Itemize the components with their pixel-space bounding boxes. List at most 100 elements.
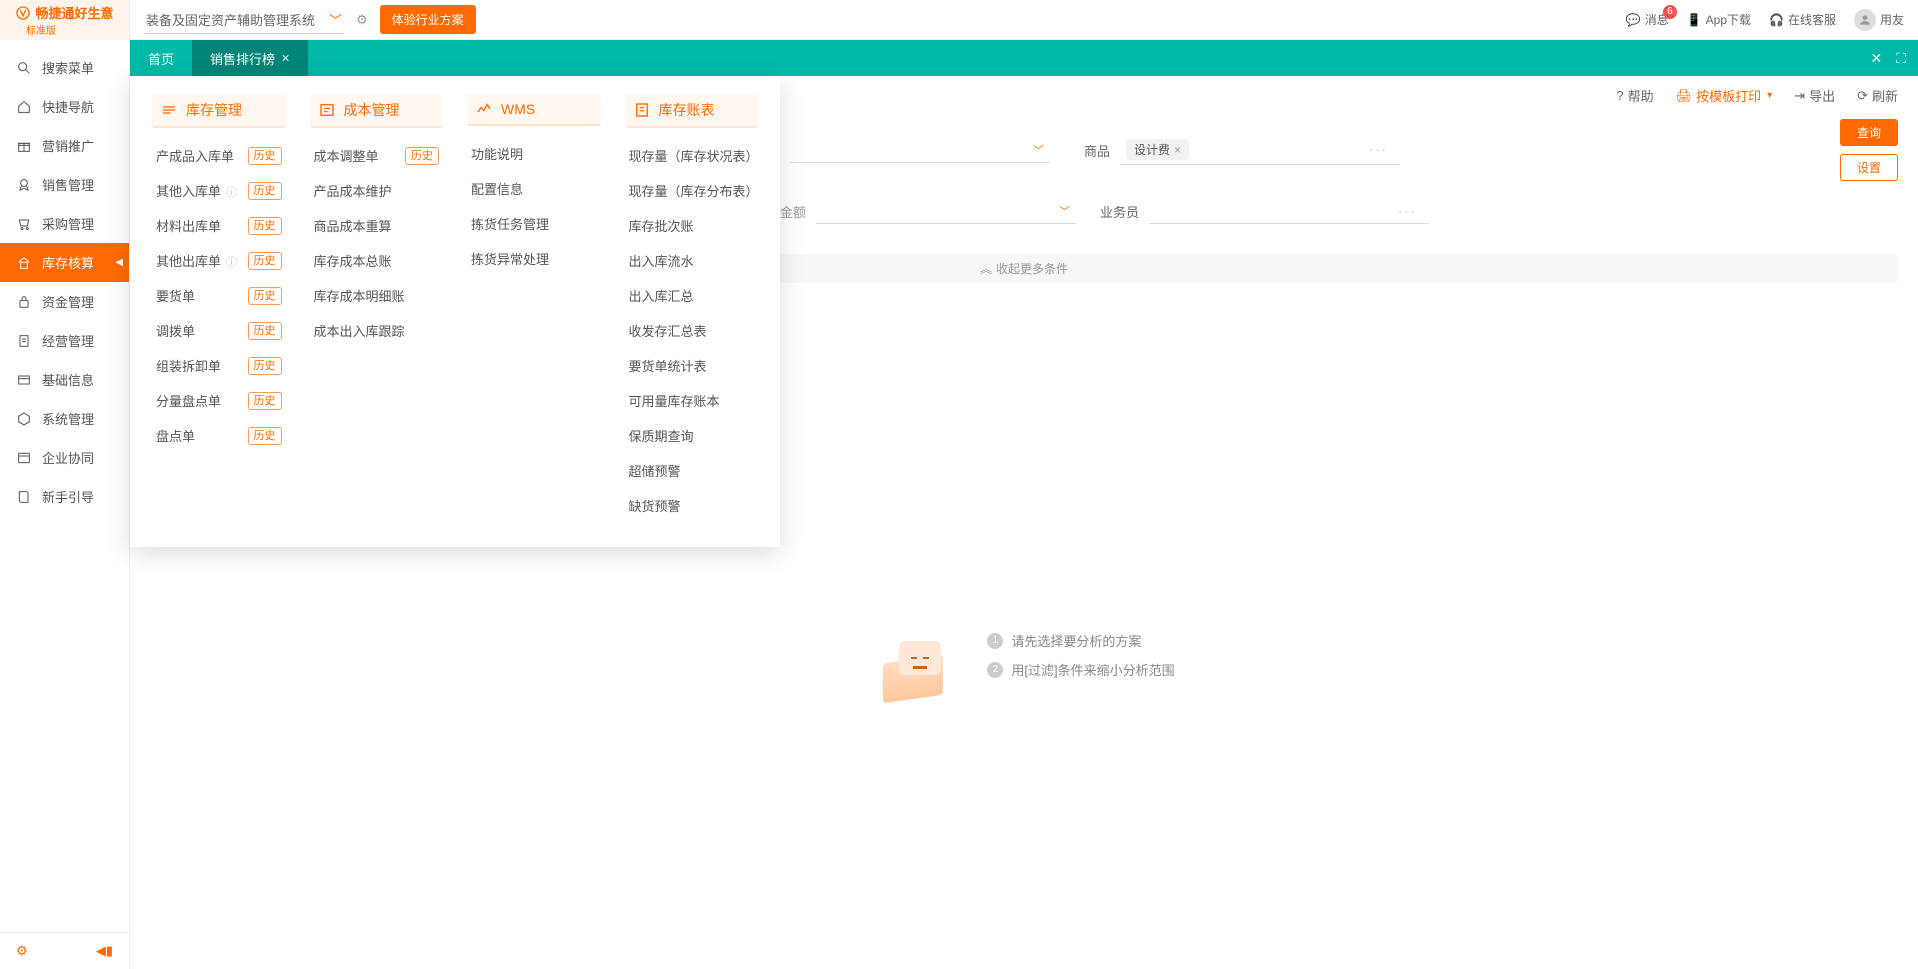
biz-select[interactable]: ···: [1149, 200, 1429, 224]
history-tag[interactable]: 历史: [248, 322, 282, 340]
sidebar-item[interactable]: 企业协同: [0, 438, 129, 477]
mega-menu-item[interactable]: 拣货异常处理: [467, 241, 601, 276]
mega-menu-item[interactable]: 材料出库单 历史: [152, 208, 286, 243]
mega-menu-item[interactable]: 拣货任务管理: [467, 206, 601, 241]
sidebar-item[interactable]: 搜索菜单: [0, 48, 129, 87]
remove-tag-icon[interactable]: ×: [1174, 143, 1181, 157]
history-tag[interactable]: 历史: [248, 427, 282, 445]
history-tag[interactable]: 历史: [248, 392, 282, 410]
history-tag[interactable]: 历史: [248, 287, 282, 305]
print-link[interactable]: 🖨按模板打印▾: [1676, 86, 1773, 105]
placeholder-step-2: 2用[过滤]条件来缩小分析范围: [987, 660, 1174, 679]
mega-menu-item[interactable]: 要货单统计表: [625, 348, 759, 383]
more-icon[interactable]: ···: [1363, 142, 1394, 157]
history-tag[interactable]: 历史: [405, 147, 439, 165]
mega-menu-item[interactable]: 商品成本重算: [310, 208, 444, 243]
amount-select[interactable]: ﹀: [816, 199, 1076, 224]
mega-menu-item[interactable]: 可用量库存账本: [625, 383, 759, 418]
sidebar-item-label: 新手引导: [42, 487, 94, 506]
history-tag[interactable]: 历史: [248, 357, 282, 375]
mega-menu-item[interactable]: 调拨单历史: [152, 313, 286, 348]
sidebar-item-label: 营销推广: [42, 136, 94, 155]
refresh-link[interactable]: ⟳刷新: [1857, 86, 1898, 105]
card-icon: [16, 372, 32, 388]
cart-icon: [16, 216, 32, 232]
info-icon: ⓘ: [223, 187, 237, 199]
settings-icon[interactable]: ⚙: [356, 12, 368, 28]
history-tag[interactable]: 历史: [248, 217, 282, 235]
mega-menu-item[interactable]: 产品成本维护: [310, 173, 444, 208]
help-link[interactable]: ?帮助: [1616, 86, 1653, 105]
tab[interactable]: 首页: [130, 40, 192, 76]
mega-menu-item[interactable]: 产成品入库单历史: [152, 138, 286, 173]
sidebar-item[interactable]: 采购管理: [0, 204, 129, 243]
mega-menu-item[interactable]: 组装拆卸单历史: [152, 348, 286, 383]
sidebar-item-label: 快捷导航: [42, 97, 94, 116]
mega-item-label: 配置信息: [471, 179, 523, 198]
messages-link[interactable]: 💬 消息 6: [1626, 11, 1669, 28]
mega-menu-item[interactable]: 现存量（库存状况表）: [625, 138, 759, 173]
goods-tag[interactable]: 设计费×: [1126, 139, 1189, 160]
mega-menu-item[interactable]: 库存批次账: [625, 208, 759, 243]
mega-item-label: 出入库汇总: [629, 286, 694, 305]
mega-item-label: 现存量（库存状况表）: [629, 146, 755, 165]
export-link[interactable]: ⇥导出: [1794, 86, 1835, 105]
support-label: 在线客服: [1788, 11, 1836, 28]
mega-menu-item[interactable]: 现存量（库存分布表）: [625, 173, 759, 208]
support-link[interactable]: 🎧 在线客服: [1769, 11, 1836, 28]
trial-button[interactable]: 体验行业方案: [380, 5, 476, 34]
tab[interactable]: 销售排行榜✕: [192, 40, 308, 76]
mega-menu-item[interactable]: 保质期查询: [625, 418, 759, 453]
user-menu[interactable]: 用友: [1854, 9, 1904, 31]
collapse-label: 收起更多条件: [996, 260, 1068, 277]
unknown-select[interactable]: ﹀: [790, 138, 1050, 163]
goods-select[interactable]: 设计费× ···: [1120, 135, 1400, 165]
collapse-sidebar-icon[interactable]: ◀▮: [96, 943, 113, 959]
sidebar-item[interactable]: 销售管理: [0, 165, 129, 204]
mega-item-label: 材料出库单: [156, 216, 221, 235]
query-button[interactable]: 查询: [1840, 119, 1898, 146]
placeholder-illustration: [873, 631, 957, 701]
mega-menu-item[interactable]: 库存成本明细账: [310, 278, 444, 313]
mega-menu-item[interactable]: 超储预警: [625, 453, 759, 488]
more-icon[interactable]: ···: [1392, 204, 1423, 219]
sidebar-item[interactable]: 系统管理: [0, 399, 129, 438]
gear-icon[interactable]: ⚙: [16, 943, 28, 959]
mega-menu-item[interactable]: 收发存汇总表: [625, 313, 759, 348]
sidebar: 畅捷通好生意 标准版 搜索菜单快捷导航营销推广销售管理采购管理库存核算资金管理经…: [0, 0, 130, 969]
mega-menu-item[interactable]: 成本调整单历史: [310, 138, 444, 173]
mega-menu-item[interactable]: 出入库流水: [625, 243, 759, 278]
sidebar-item[interactable]: 资金管理: [0, 282, 129, 321]
mega-menu-item[interactable]: 其他出库单 ⓘ历史: [152, 243, 286, 278]
mega-menu-item[interactable]: 要货单历史: [152, 278, 286, 313]
sidebar-item[interactable]: 基础信息: [0, 360, 129, 399]
history-tag[interactable]: 历史: [248, 252, 282, 270]
chevron-down-icon: ﹀: [1033, 142, 1044, 158]
history-tag[interactable]: 历史: [248, 182, 282, 200]
fullscreen-icon[interactable]: ⛶: [1896, 50, 1906, 67]
settings-button[interactable]: 设置: [1840, 154, 1898, 181]
mega-column-header: 成本管理: [310, 94, 444, 128]
close-icon[interactable]: ✕: [281, 52, 290, 65]
mega-menu-item[interactable]: 分量盘点单历史: [152, 383, 286, 418]
sidebar-item[interactable]: 新手引导: [0, 477, 129, 516]
sidebar-item[interactable]: 快捷导航: [0, 87, 129, 126]
close-all-icon[interactable]: ✕: [1870, 50, 1882, 67]
mega-menu-item[interactable]: 出入库汇总: [625, 278, 759, 313]
mega-menu-item[interactable]: 盘点单历史: [152, 418, 286, 453]
sidebar-item[interactable]: 营销推广: [0, 126, 129, 165]
mega-menu-item[interactable]: 库存成本总账: [310, 243, 444, 278]
mega-menu-item[interactable]: 配置信息: [467, 171, 601, 206]
mega-menu-item[interactable]: 成本出入库跟踪: [310, 313, 444, 348]
mega-menu-item[interactable]: 缺货预警: [625, 488, 759, 523]
history-tag[interactable]: 历史: [248, 147, 282, 165]
mega-menu-item[interactable]: 其他入库单 ⓘ历史: [152, 173, 286, 208]
mega-item-label: 出入库流水: [629, 251, 694, 270]
sidebar-item[interactable]: 经营管理: [0, 321, 129, 360]
app-download-link[interactable]: 📱 App下载: [1687, 11, 1751, 28]
mega-menu-item[interactable]: 功能说明: [467, 136, 601, 171]
system-select[interactable]: 装备及固定资产辅助管理系统 ﹀: [144, 6, 344, 34]
home-icon: [16, 99, 32, 115]
mega-item-label: 拣货任务管理: [471, 214, 549, 233]
sidebar-item[interactable]: 库存核算: [0, 243, 129, 282]
